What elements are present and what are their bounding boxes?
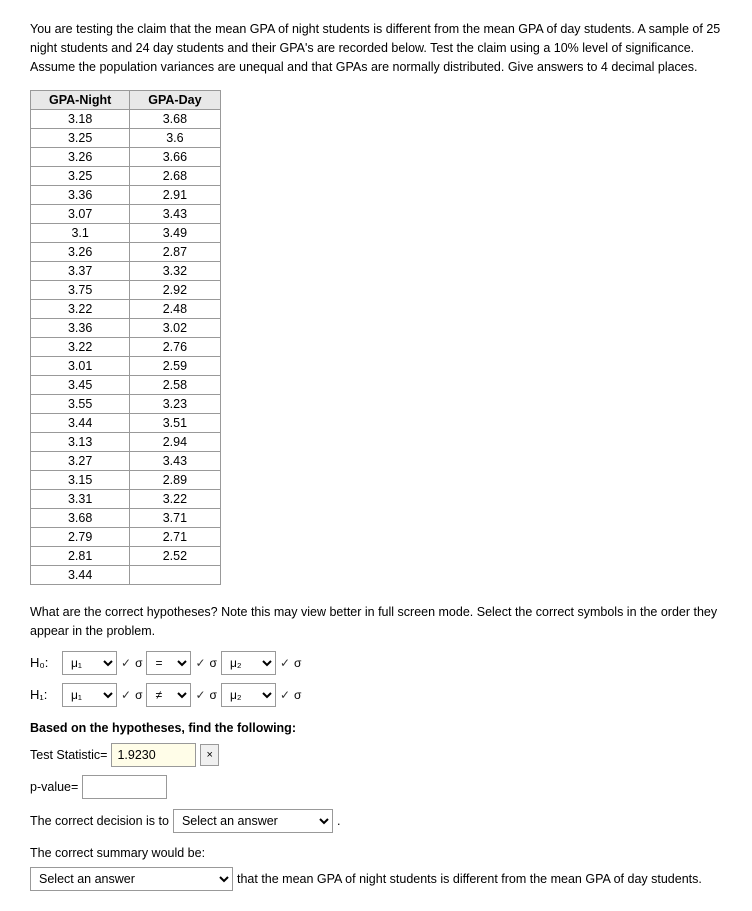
h0-check2: ✓: [195, 656, 205, 670]
table-row: 3.273.43: [31, 452, 221, 471]
decision-label: The correct decision is to: [30, 814, 169, 828]
summary-title: The correct summary would be:: [30, 843, 722, 863]
h0-check3: ✓: [280, 656, 290, 670]
table-row: 3.252.68: [31, 167, 221, 186]
h0-sigma2: σ: [210, 656, 217, 670]
h1-row: H₁: μ₁μ₂σ₁σ₂ ✓ σ =≠<>≤≥ ✓ σ μ₁μ₂σ₁σ₂ ✓ σ: [30, 683, 722, 707]
test-stat-row: Test Statistic= ×: [30, 743, 722, 767]
table-row: 3.262.87: [31, 243, 221, 262]
table-row: 3.132.94: [31, 433, 221, 452]
table-row: 3.313.22: [31, 490, 221, 509]
table-row: 3.752.92: [31, 281, 221, 300]
data-table: GPA-Night GPA-Day 3.183.683.253.63.263.6…: [30, 90, 221, 585]
test-stat-label: Test Statistic=: [30, 748, 107, 762]
decision-period: .: [337, 814, 340, 828]
table-row: 3.452.58: [31, 376, 221, 395]
h0-label: H₀:: [30, 655, 58, 670]
h0-select1[interactable]: μ₁μ₂σ₁σ₂: [62, 651, 117, 675]
test-stat-clear-button[interactable]: ×: [200, 744, 218, 766]
h0-sigma1: σ: [135, 656, 142, 670]
h1-check2: ✓: [195, 688, 205, 702]
h0-sigma3: σ: [294, 656, 301, 670]
table-row: 3.263.66: [31, 148, 221, 167]
table-row: 2.792.71: [31, 528, 221, 547]
table-row: 3.13.49: [31, 224, 221, 243]
decision-select[interactable]: Select an answerReject H₀Fail to Reject …: [173, 809, 333, 833]
h0-check1: ✓: [121, 656, 131, 670]
hypotheses-section: What are the correct hypotheses? Note th…: [30, 603, 722, 707]
test-stat-input[interactable]: [111, 743, 196, 767]
table-row: 3.44: [31, 566, 221, 585]
summary-select[interactable]: Select an answerThere is sufficient evid…: [30, 867, 233, 891]
decision-row: The correct decision is to Select an ans…: [30, 809, 722, 833]
intro-paragraph: You are testing the claim that the mean …: [30, 20, 722, 76]
find-section: Based on the hypotheses, find the follow…: [30, 721, 722, 799]
table-row: 3.443.51: [31, 414, 221, 433]
h1-label: H₁:: [30, 687, 58, 702]
h1-sigma2: σ: [210, 688, 217, 702]
table-row: 2.812.52: [31, 547, 221, 566]
pvalue-input[interactable]: [82, 775, 167, 799]
h1-sigma3: σ: [294, 688, 301, 702]
table-row: 3.073.43: [31, 205, 221, 224]
col-header-day: GPA-Day: [130, 91, 220, 110]
pvalue-label: p-value=: [30, 780, 78, 794]
h1-check3: ✓: [280, 688, 290, 702]
find-title: Based on the hypotheses, find the follow…: [30, 721, 722, 735]
table-row: 3.012.59: [31, 357, 221, 376]
col-header-night: GPA-Night: [31, 91, 130, 110]
table-row: 3.363.02: [31, 319, 221, 338]
table-row: 3.152.89: [31, 471, 221, 490]
h1-check1: ✓: [121, 688, 131, 702]
h1-op-select[interactable]: =≠<>≤≥: [146, 683, 191, 707]
table-row: 3.553.23: [31, 395, 221, 414]
table-row: 3.253.6: [31, 129, 221, 148]
h1-select2[interactable]: μ₁μ₂σ₁σ₂: [221, 683, 276, 707]
h0-op-select[interactable]: =≠<>≤≥: [146, 651, 191, 675]
h1-sigma1: σ: [135, 688, 142, 702]
table-row: 3.373.32: [31, 262, 221, 281]
summary-section: The correct summary would be: Select an …: [30, 843, 722, 891]
table-row: 3.683.71: [31, 509, 221, 528]
h0-row: H₀: μ₁μ₂σ₁σ₂ ✓ σ =≠<>≤≥ ✓ σ μ₁μ₂σ₁σ₂ ✓ σ: [30, 651, 722, 675]
summary-row: Select an answerThere is sufficient evid…: [30, 867, 722, 891]
h1-select1[interactable]: μ₁μ₂σ₁σ₂: [62, 683, 117, 707]
table-row: 3.362.91: [31, 186, 221, 205]
table-row: 3.222.76: [31, 338, 221, 357]
summary-suffix: that the mean GPA of night students is d…: [237, 869, 702, 889]
hyp-question-text: What are the correct hypotheses? Note th…: [30, 603, 722, 641]
pvalue-row: p-value=: [30, 775, 722, 799]
h0-select2[interactable]: μ₁μ₂σ₁σ₂: [221, 651, 276, 675]
table-row: 3.183.68: [31, 110, 221, 129]
table-row: 3.222.48: [31, 300, 221, 319]
